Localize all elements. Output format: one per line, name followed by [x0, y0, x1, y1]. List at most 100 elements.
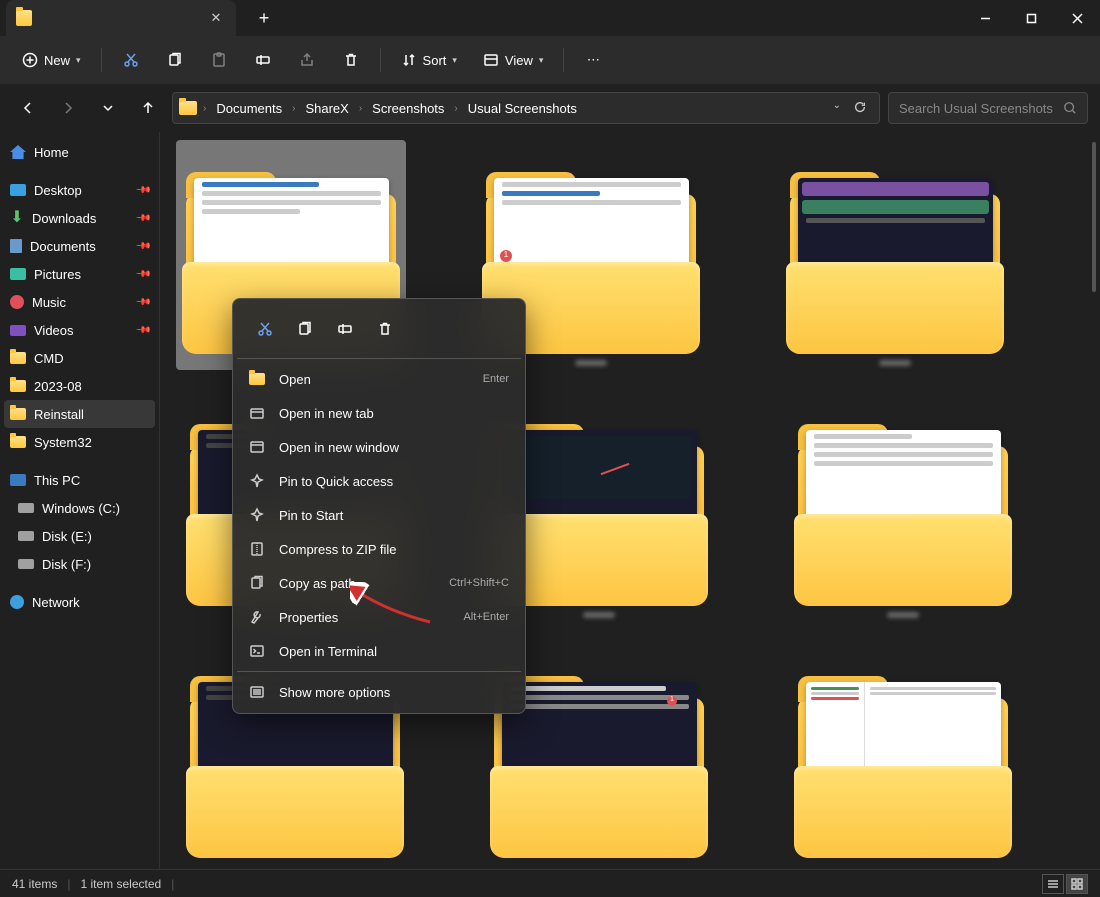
- terminal-icon: [249, 643, 265, 659]
- context-menu: OpenEnter Open in new tab Open in new wi…: [232, 298, 526, 714]
- breadcrumb[interactable]: › Documents › ShareX › Screenshots › Usu…: [172, 92, 880, 124]
- folder-icon: [10, 380, 26, 392]
- titlebar: ✕ +: [0, 0, 1100, 36]
- chevron-down-icon[interactable]: ⌄: [833, 100, 841, 117]
- close-tab-icon[interactable]: ✕: [208, 10, 224, 26]
- minimize-button[interactable]: [962, 0, 1008, 36]
- ctx-copy-path[interactable]: Copy as pathCtrl+Shift+C: [237, 566, 521, 600]
- folder-item[interactable]: [788, 396, 1018, 618]
- new-tab-button[interactable]: +: [248, 2, 280, 34]
- drive-icon: [18, 559, 34, 569]
- folder-label: [887, 612, 919, 618]
- sidebar-cmd[interactable]: CMD: [0, 344, 159, 372]
- breadcrumb-seg[interactable]: Usual Screenshots: [462, 101, 583, 116]
- sidebar-drive-e[interactable]: Disk (E:): [0, 522, 159, 550]
- paste-button[interactable]: [200, 42, 238, 78]
- folder-label: [879, 360, 911, 366]
- sidebar-downloads[interactable]: ⬇Downloads📌: [0, 204, 159, 232]
- item-count: 41 items: [12, 877, 57, 891]
- ctx-copy-button[interactable]: [287, 311, 323, 347]
- scrollbar[interactable]: [1092, 142, 1096, 292]
- sidebar-reinstall[interactable]: Reinstall: [4, 400, 155, 428]
- pin-icon: 📌: [134, 210, 151, 227]
- breadcrumb-seg[interactable]: Documents: [210, 101, 288, 116]
- ctx-open-window[interactable]: Open in new window: [237, 430, 521, 464]
- documents-icon: [10, 239, 22, 253]
- ctx-properties[interactable]: PropertiesAlt+Enter: [237, 600, 521, 634]
- folder-item[interactable]: [780, 144, 1010, 366]
- pin-icon: 📌: [134, 322, 151, 339]
- ctx-more[interactable]: Show more options: [237, 675, 521, 709]
- sidebar-system32[interactable]: System32: [0, 428, 159, 456]
- view-thumbnails-button[interactable]: [1066, 874, 1088, 894]
- delete-button[interactable]: [332, 42, 370, 78]
- window-icon: [249, 439, 265, 455]
- ctx-delete-button[interactable]: [367, 311, 403, 347]
- rename-button[interactable]: [244, 42, 282, 78]
- folder-label: [583, 612, 615, 618]
- refresh-icon[interactable]: [853, 100, 867, 117]
- copy-button[interactable]: [156, 42, 194, 78]
- desktop-icon: [10, 184, 26, 196]
- zip-icon: [249, 541, 265, 557]
- sidebar-pictures[interactable]: Pictures📌: [0, 260, 159, 288]
- new-label: New: [44, 53, 70, 68]
- ctx-compress[interactable]: Compress to ZIP file: [237, 532, 521, 566]
- network-icon: [10, 595, 24, 609]
- ctx-cut-button[interactable]: [247, 311, 283, 347]
- videos-icon: [10, 325, 26, 336]
- folder-icon: [10, 352, 26, 364]
- ctx-rename-button[interactable]: [327, 311, 363, 347]
- sidebar-documents[interactable]: Documents📌: [0, 232, 159, 260]
- home-icon: [10, 145, 26, 159]
- wrench-icon: [249, 609, 265, 625]
- downloads-icon: ⬇: [10, 211, 24, 225]
- pin-icon: 📌: [134, 238, 151, 255]
- maximize-button[interactable]: [1008, 0, 1054, 36]
- drive-icon: [18, 531, 34, 541]
- toolbar: New ▾ Sort ▾ View ▾ ⋯: [0, 36, 1100, 84]
- ctx-pin-start[interactable]: Pin to Start: [237, 498, 521, 532]
- sort-label: Sort: [423, 53, 447, 68]
- cut-button[interactable]: [112, 42, 150, 78]
- view-details-button[interactable]: [1042, 874, 1064, 894]
- ctx-open[interactable]: OpenEnter: [237, 362, 521, 396]
- ctx-open-tab[interactable]: Open in new tab: [237, 396, 521, 430]
- pin-icon: [249, 507, 265, 523]
- sidebar-drive-c[interactable]: Windows (C:): [0, 494, 159, 522]
- statusbar: 41 items | 1 item selected |: [0, 869, 1100, 897]
- sort-button[interactable]: Sort ▾: [391, 42, 467, 78]
- view-button[interactable]: View ▾: [473, 42, 553, 78]
- sidebar-desktop[interactable]: Desktop📌: [0, 176, 159, 204]
- folder-open-icon: [249, 371, 265, 387]
- close-window-button[interactable]: [1054, 0, 1100, 36]
- sidebar-network[interactable]: Network: [0, 588, 159, 616]
- pin-icon: 📌: [134, 266, 151, 283]
- new-button[interactable]: New ▾: [12, 42, 91, 78]
- more-button[interactable]: ⋯: [574, 42, 612, 78]
- back-button[interactable]: [12, 92, 44, 124]
- view-label: View: [505, 53, 533, 68]
- search-input[interactable]: Search Usual Screenshots: [888, 92, 1088, 124]
- breadcrumb-seg[interactable]: Screenshots: [366, 101, 450, 116]
- up-button[interactable]: [132, 92, 164, 124]
- ctx-pin-quick[interactable]: Pin to Quick access: [237, 464, 521, 498]
- sidebar-thispc[interactable]: This PC: [0, 466, 159, 494]
- tab-active[interactable]: ✕: [6, 0, 236, 36]
- chevron-down-icon: ▾: [539, 55, 544, 66]
- tab-icon: [249, 405, 265, 421]
- recent-button[interactable]: [92, 92, 124, 124]
- ctx-terminal[interactable]: Open in Terminal: [237, 634, 521, 668]
- sidebar-music[interactable]: Music📌: [0, 288, 159, 316]
- breadcrumb-seg[interactable]: ShareX: [299, 101, 354, 116]
- sidebar-2023-08[interactable]: 2023-08: [0, 372, 159, 400]
- folder-icon: [10, 436, 26, 448]
- path-icon: [249, 575, 265, 591]
- sidebar-drive-f[interactable]: Disk (F:): [0, 550, 159, 578]
- share-button[interactable]: [288, 42, 326, 78]
- folder-item[interactable]: [788, 648, 1018, 858]
- forward-button[interactable]: [52, 92, 84, 124]
- sidebar-videos[interactable]: Videos📌: [0, 316, 159, 344]
- sidebar-home[interactable]: Home: [0, 138, 159, 166]
- sidebar: Home Desktop📌 ⬇Downloads📌 Documents📌 Pic…: [0, 132, 160, 869]
